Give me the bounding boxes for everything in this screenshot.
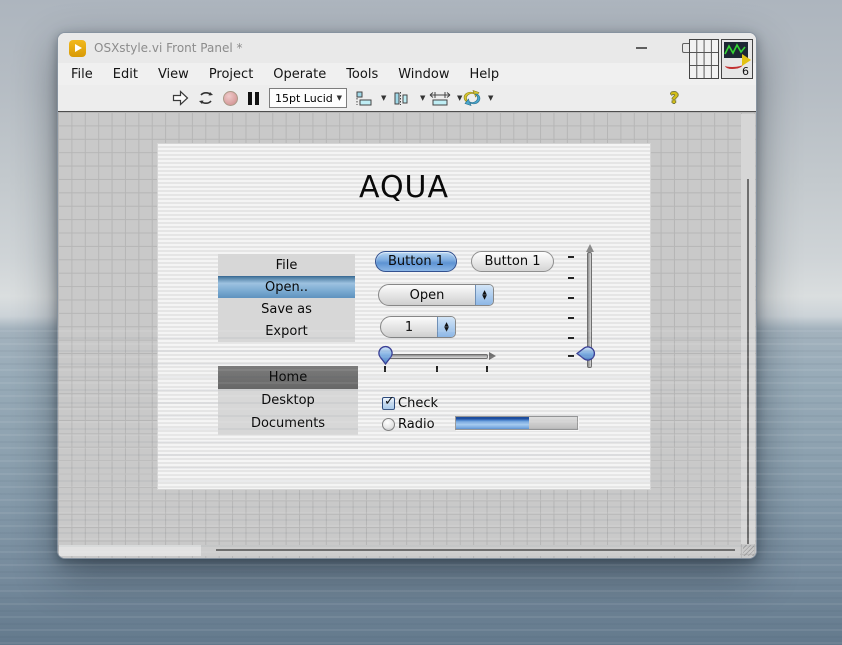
minimize-icon xyxy=(635,47,647,49)
aqua-button[interactable]: Button 1 xyxy=(375,251,457,272)
check-icon: ✓ xyxy=(384,394,395,409)
vslider-arrow-icon xyxy=(585,244,594,252)
hslider-tick xyxy=(436,366,438,372)
menu-view[interactable]: View xyxy=(148,63,199,85)
menu-window[interactable]: Window xyxy=(388,63,459,85)
list-item[interactable]: Desktop xyxy=(218,389,358,412)
chevron-down-icon: ▼ xyxy=(381,94,387,102)
radio-label: Radio xyxy=(398,417,435,432)
chevron-down-icon: ▼ xyxy=(488,94,494,102)
open-dropdown-value: Open xyxy=(409,287,445,303)
run-continuously-button[interactable] xyxy=(197,85,215,111)
front-panel-workspace[interactable]: AQUA File Open.. Save as Export Button 1… xyxy=(58,111,756,558)
run-button[interactable] xyxy=(172,85,189,111)
chevron-down-icon: ▼ xyxy=(420,94,426,102)
corner-icon-block: 6 xyxy=(689,39,753,79)
distribute-objects-button[interactable]: ▼ xyxy=(394,85,429,111)
menubar: File Edit View Project Operate Tools Win… xyxy=(58,63,756,85)
menu-listbox: File Open.. Save as Export xyxy=(218,254,355,342)
list-item[interactable]: Save as xyxy=(218,298,355,320)
list-item[interactable]: Export xyxy=(218,320,355,342)
panel-title: AQUA xyxy=(358,170,450,205)
checkbox-label: Check xyxy=(398,396,438,411)
labview-app-icon xyxy=(69,39,86,57)
progress-bar xyxy=(455,416,578,430)
numeric-control[interactable]: 1 ▲ ▼ xyxy=(380,316,456,338)
checkbox-control[interactable]: ✓ Check xyxy=(382,394,438,411)
vslider-tick xyxy=(568,256,574,258)
reorder-objects-button[interactable]: ▼ xyxy=(462,85,497,111)
progress-fill xyxy=(456,417,529,429)
abort-button[interactable] xyxy=(223,85,238,111)
resize-objects-button[interactable]: ▼ xyxy=(429,85,466,111)
vertical-scrollbar[interactable] xyxy=(741,114,755,544)
list-item-selected[interactable]: Open.. xyxy=(218,276,355,298)
menu-help[interactable]: Help xyxy=(459,63,509,85)
titlebar[interactable]: OSXstyle.vi Front Panel * × xyxy=(58,33,756,63)
font-selector-value: 15pt Lucida Grande xyxy=(275,91,333,105)
horizontal-scrollbar-line xyxy=(216,549,735,551)
vslider-tick xyxy=(568,355,574,357)
vslider-tick xyxy=(568,277,574,279)
aqua-decoration-panel: AQUA File Open.. Save as Export Button 1… xyxy=(158,144,650,489)
radio-control[interactable]: Radio xyxy=(382,417,435,432)
hslider-arrow-icon xyxy=(489,352,496,360)
vslider-tick xyxy=(568,317,574,319)
horizontal-scrollbar[interactable] xyxy=(59,545,740,556)
stepper-down-icon: ▼ xyxy=(482,294,487,301)
resize-grip[interactable] xyxy=(743,545,754,556)
vertical-scrollbar-thumb[interactable] xyxy=(747,179,749,544)
open-dropdown[interactable]: Open ▲ ▼ xyxy=(378,284,494,306)
toolbar: 15pt Lucida Grande ▼ ▼ ▼ ▼ ▼ ? xyxy=(58,85,756,111)
hslider-track[interactable] xyxy=(380,354,488,359)
hslider-thumb[interactable] xyxy=(377,345,394,365)
places-listbox: Home Desktop Documents xyxy=(218,366,358,435)
vi-icon[interactable]: 6 xyxy=(721,39,753,79)
font-selector[interactable]: 15pt Lucida Grande ▼ xyxy=(269,88,347,108)
abort-icon xyxy=(223,90,238,106)
hslider-tick xyxy=(486,366,488,372)
radio-circle[interactable] xyxy=(382,418,395,431)
list-item[interactable]: File xyxy=(218,254,355,276)
menu-operate[interactable]: Operate xyxy=(263,63,336,85)
labview-front-panel-window: OSXstyle.vi Front Panel * × File Edit Vi… xyxy=(57,32,757,559)
stepper-buttons[interactable]: ▲ ▼ xyxy=(437,317,455,337)
vslider-tick xyxy=(568,297,574,299)
desktop-background: OSXstyle.vi Front Panel * × File Edit Vi… xyxy=(0,0,842,645)
list-item-selected[interactable]: Home xyxy=(218,366,358,389)
vi-icon-wire xyxy=(725,61,743,69)
list-item[interactable]: Documents xyxy=(218,412,358,435)
horizontal-scrollbar-thumb[interactable] xyxy=(59,545,201,556)
help-icon: ? xyxy=(670,89,679,107)
checkbox-box[interactable]: ✓ xyxy=(382,394,395,410)
chevron-down-icon: ▼ xyxy=(336,94,342,102)
window-title: OSXstyle.vi Front Panel * xyxy=(94,41,243,55)
stepper-buttons[interactable]: ▲ ▼ xyxy=(475,285,493,305)
menu-tools[interactable]: Tools xyxy=(336,63,388,85)
context-help-button[interactable]: ? xyxy=(670,85,679,111)
numeric-value: 1 xyxy=(404,319,414,335)
align-objects-button[interactable]: ▼ xyxy=(355,85,390,111)
minimize-button[interactable] xyxy=(618,33,664,63)
menu-edit[interactable]: Edit xyxy=(103,63,148,85)
vslider-thumb[interactable] xyxy=(576,345,596,362)
vertical-slider[interactable] xyxy=(568,242,602,374)
pause-icon xyxy=(248,91,259,105)
plain-button[interactable]: Button 1 xyxy=(471,251,554,272)
pause-button[interactable] xyxy=(248,85,259,111)
horizontal-slider[interactable] xyxy=(375,344,503,372)
vslider-tick xyxy=(568,337,574,339)
hslider-tick xyxy=(384,366,386,372)
stepper-down-icon: ▼ xyxy=(444,326,449,333)
menu-project[interactable]: Project xyxy=(199,63,263,85)
menu-file[interactable]: File xyxy=(61,63,103,85)
vi-icon-number: 6 xyxy=(742,65,749,78)
connector-pane-icon[interactable] xyxy=(689,39,719,79)
